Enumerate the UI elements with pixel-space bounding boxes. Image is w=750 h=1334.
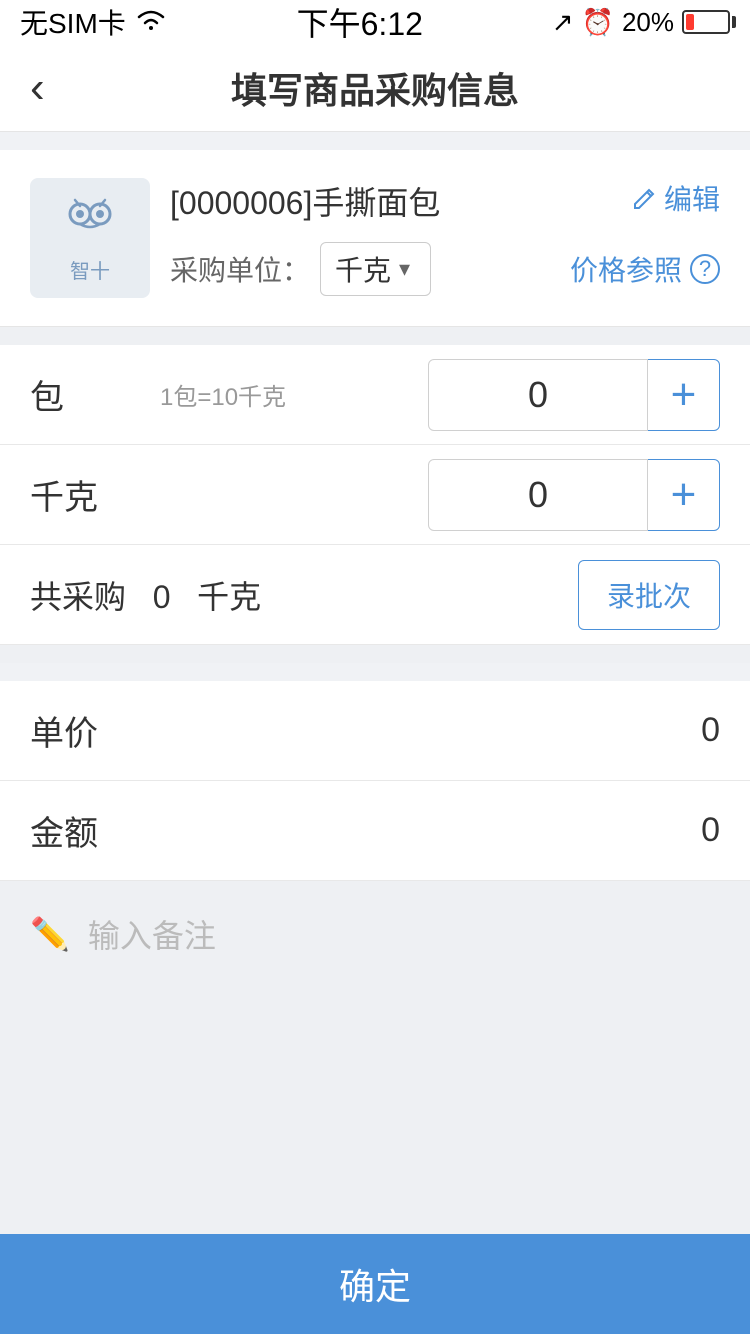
kg-input-right: 0 +	[428, 459, 720, 531]
status-bar: 无SIM卡 下午6:12 ↗ ⏰ 20%	[0, 0, 750, 44]
unit-value: 千克	[335, 249, 391, 289]
unit-price-value: 0	[701, 711, 720, 750]
total-unit: 千克	[197, 579, 261, 615]
nav-bar: ‹ 填写商品采购信息	[0, 44, 750, 132]
bag-quantity-input[interactable]: 0	[428, 359, 648, 431]
status-left: 无SIM卡	[20, 2, 168, 42]
price-reference-button[interactable]: 价格参照 ?	[570, 249, 720, 289]
unit-select[interactable]: 千克 ▾	[320, 242, 431, 296]
help-icon: ?	[690, 254, 720, 284]
location-icon: ↗	[552, 7, 574, 38]
battery-percent: 20%	[622, 7, 674, 38]
battery-icon	[682, 10, 730, 34]
price-ref-label: 价格参照	[570, 249, 682, 289]
detail-section: 单价 0 金额 0	[0, 681, 750, 881]
alarm-icon: ⏰	[582, 7, 614, 38]
total-row: 共采购 0 千克 录批次	[0, 545, 750, 645]
product-header: [0000006]手撕面包 编辑	[170, 178, 720, 224]
product-logo	[60, 192, 120, 251]
total-label: 共采购	[30, 579, 126, 615]
batch-record-button[interactable]: 录批次	[578, 560, 720, 630]
note-section[interactable]: ✏️ 输入备注	[0, 881, 750, 987]
product-unit-row: 采购单位： 千克 ▾ 价格参照 ?	[170, 242, 720, 296]
carrier-text: 无SIM卡	[20, 2, 126, 42]
edit-label: 编辑	[664, 178, 720, 218]
total-value: 0	[153, 579, 171, 615]
kg-label: 千克	[30, 470, 150, 519]
bag-label: 包	[30, 370, 150, 419]
kg-input-row: 千克 0 +	[0, 445, 750, 545]
amount-row: 金额 0	[0, 781, 750, 881]
confirm-button[interactable]: 确定	[0, 1234, 750, 1334]
battery-fill	[686, 14, 694, 30]
section-divider-1	[0, 327, 750, 345]
empty-content-area	[0, 987, 750, 1267]
back-button[interactable]: ‹	[30, 63, 55, 113]
unit-label: 采购单位：	[170, 249, 310, 289]
kg-increment-button[interactable]: +	[648, 459, 720, 531]
amount-value: 0	[701, 811, 720, 850]
product-info: [0000006]手撕面包 编辑 采购单位： 千克 ▾ 价格参照 ?	[170, 178, 720, 296]
status-right: ↗ ⏰ 20%	[552, 7, 730, 38]
note-placeholder: 输入备注	[88, 911, 216, 957]
amount-label: 金额	[30, 806, 98, 855]
product-card: 智十 [0000006]手撕面包 编辑 采购单位： 千克 ▾ 价格参照	[0, 150, 750, 327]
unit-price-row: 单价 0	[0, 681, 750, 781]
bag-input-right: 0 +	[428, 359, 720, 431]
unit-price-label: 单价	[30, 706, 98, 755]
status-time: 下午6:12	[297, 0, 423, 45]
product-image: 智十	[30, 178, 150, 298]
product-name: [0000006]手撕面包	[170, 178, 440, 224]
bag-sub-label: 1包=10千克	[160, 377, 286, 412]
bag-increment-button[interactable]: +	[648, 359, 720, 431]
pencil-icon: ✏️	[30, 915, 70, 953]
confirm-button-label: 确定	[339, 1258, 411, 1310]
bag-input-row: 包 1包=10千克 0 +	[0, 345, 750, 445]
total-text: 共采购 0 千克	[30, 572, 261, 618]
section-divider-2	[0, 645, 750, 663]
kg-quantity-input[interactable]: 0	[428, 459, 648, 531]
product-image-brand: 智十	[70, 255, 110, 284]
wifi-icon	[134, 6, 168, 39]
edit-button[interactable]: 编辑	[632, 178, 720, 218]
unit-dropdown-arrow: ▾	[399, 256, 410, 282]
input-section: 包 1包=10千克 0 + 千克 0 + 共采购 0 千克 录批次	[0, 345, 750, 645]
page-title: 填写商品采购信息	[231, 62, 519, 114]
